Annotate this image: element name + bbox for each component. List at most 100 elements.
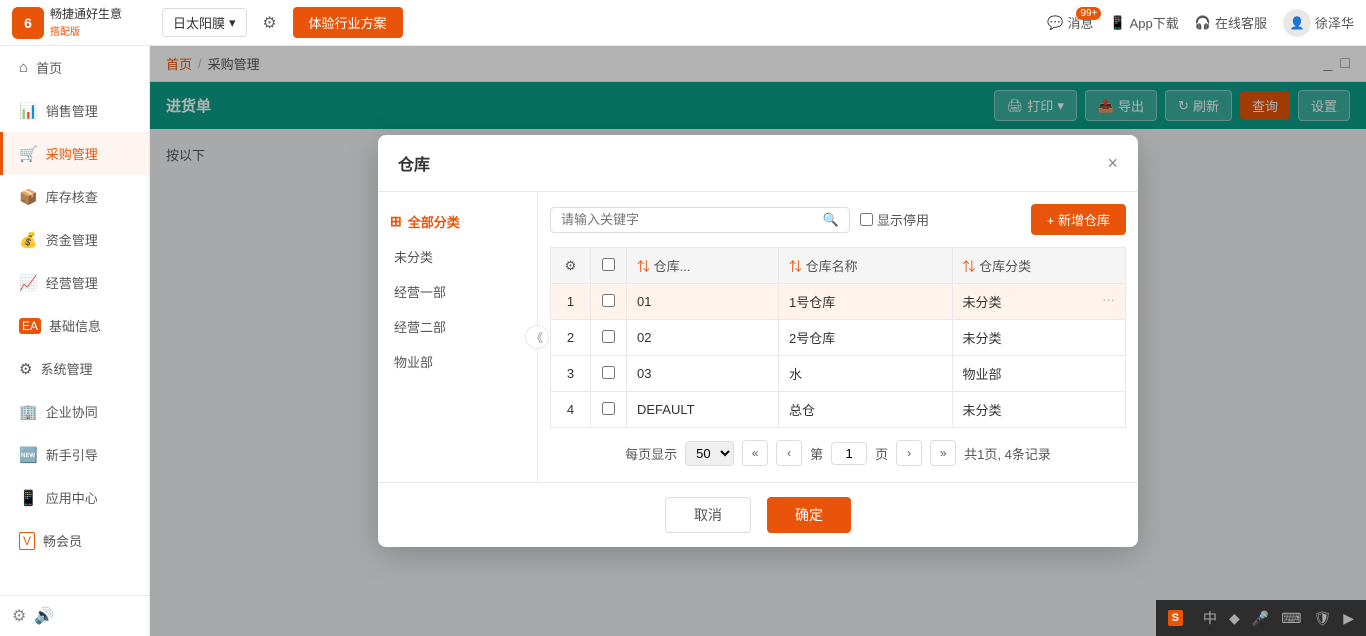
table-toolbar: 🔍 显示停用 + 新增仓库	[550, 204, 1126, 235]
sidebar-item-apps[interactable]: 📱 应用中心	[0, 476, 149, 519]
modal-header: 仓库 ×	[378, 135, 1138, 192]
category-item-unclassified[interactable]: 未分类	[378, 239, 537, 274]
row-index: 2	[551, 320, 591, 356]
keyboard-icon[interactable]: ⌨	[1281, 610, 1301, 627]
page-number-input[interactable]	[831, 442, 867, 465]
row-index: 1	[551, 284, 591, 320]
phone-icon: 📱	[1109, 15, 1125, 31]
row-checkbox[interactable]	[591, 284, 627, 320]
sidebar-item-operations[interactable]: 📈 经营管理	[0, 261, 149, 304]
settings-icon[interactable]: ⚙	[255, 8, 285, 38]
prev-page-button[interactable]: ‹	[776, 440, 802, 466]
category-item-property[interactable]: 物业部	[378, 344, 537, 379]
headset-icon: 🎧	[1195, 15, 1211, 31]
show-disabled-label[interactable]: 显示停用	[860, 210, 929, 229]
sidebar-item-purchase[interactable]: 🛒 采购管理	[0, 132, 149, 175]
row-category: 物业部	[952, 356, 1126, 392]
settings-bottom-icon[interactable]: ⚙	[12, 606, 26, 626]
inventory-icon: 📦	[19, 188, 38, 206]
sidebar-item-guide[interactable]: 🆕 新手引导	[0, 433, 149, 476]
first-page-button[interactable]: «	[742, 440, 768, 466]
system-icon: ⚙	[19, 360, 32, 378]
row-checkbox[interactable]	[591, 392, 627, 428]
shield-icon[interactable]: 🛡	[1313, 610, 1331, 627]
enterprise-icon: 🏢	[19, 403, 38, 421]
home-icon: ⌂	[19, 59, 28, 76]
row-index: 3	[551, 356, 591, 392]
col-code[interactable]: ⇅ 仓库...	[627, 248, 779, 284]
cancel-button[interactable]: 取消	[665, 497, 751, 533]
play-icon[interactable]: ▶	[1343, 610, 1354, 627]
messages-badge: 99+	[1076, 7, 1101, 20]
sidebar-item-sales[interactable]: 📊 销售管理	[0, 89, 149, 132]
category-item-ops2[interactable]: 经营二部	[378, 309, 537, 344]
table-header-row: ⚙ ⇅ 仓库...	[551, 248, 1126, 284]
last-page-button[interactable]: »	[930, 440, 956, 466]
row-name: 2号仓库	[779, 320, 952, 356]
logo-icon: 6	[12, 7, 44, 39]
modal-body: ⊞ 全部分类 未分类 经营一部 经营二部 物业部 《	[378, 192, 1138, 482]
sougou-logo: S	[1168, 610, 1183, 626]
show-disabled-checkbox[interactable]	[860, 213, 873, 226]
mic-icon[interactable]: 🎤	[1252, 610, 1269, 627]
sort-icon: ⇅	[637, 259, 650, 274]
logo-area: 6 畅捷通好生意 搭配版	[12, 7, 162, 39]
speaker-icon[interactable]: 🔊	[34, 606, 54, 626]
sidebar-item-enterprise[interactable]: 🏢 企业协同	[0, 390, 149, 433]
collapse-panel-button[interactable]: 《	[525, 325, 549, 349]
trial-button[interactable]: 体验行业方案	[293, 7, 403, 38]
select-all-checkbox[interactable]	[602, 258, 615, 271]
bottom-taskbar: S 中 ◆ 🎤 ⌨ 🛡 ▶	[1156, 600, 1366, 636]
search-icon: 🔍	[823, 212, 839, 228]
row-name: 1号仓库	[779, 284, 952, 320]
row-more-icon[interactable]: ···	[1102, 292, 1115, 307]
warehouse-table: ⚙ ⇅ 仓库...	[550, 247, 1126, 428]
sidebar-item-home[interactable]: ⌂ 首页	[0, 46, 149, 89]
top-header: 6 畅捷通好生意 搭配版 日太阳膜 ▾ ⚙ 体验行业方案 💬 消息 99+ 📱 …	[0, 0, 1366, 46]
table-panel: 🔍 显示停用 + 新增仓库	[538, 192, 1138, 482]
row-code: 03	[627, 356, 779, 392]
modal-close-button[interactable]: ×	[1107, 154, 1118, 172]
next-page-button[interactable]: ›	[896, 440, 922, 466]
base-icon: EA	[19, 318, 41, 334]
sales-icon: 📊	[19, 102, 38, 120]
search-input[interactable]	[561, 212, 817, 227]
messages-item[interactable]: 💬 消息 99+	[1047, 13, 1093, 32]
operations-icon: 📈	[19, 274, 38, 292]
col-category[interactable]: ⇅ 仓库分类	[952, 248, 1126, 284]
customer-service-item[interactable]: 🎧 在线客服	[1195, 13, 1267, 32]
confirm-button[interactable]: 确定	[767, 497, 851, 533]
sidebar-item-member[interactable]: V 畅会员	[0, 519, 149, 562]
sidebar-item-inventory[interactable]: 📦 库存核查	[0, 175, 149, 218]
modal-overlay[interactable]: 仓库 × ⊞ 全部分类 未分类 经营一部 经营二部 物业部	[150, 46, 1366, 636]
store-selector[interactable]: 日太阳膜 ▾	[162, 8, 247, 37]
table-row[interactable]: 2 02 2号仓库 未分类	[551, 320, 1126, 356]
table-body: 1 01 1号仓库 未分类 ···	[551, 284, 1126, 428]
sidebar-item-base[interactable]: EA 基础信息	[0, 304, 149, 347]
all-categories-item[interactable]: ⊞ 全部分类	[378, 204, 537, 239]
table-row[interactable]: 3 03 水 物业部	[551, 356, 1126, 392]
per-page-select[interactable]: 50	[685, 441, 734, 466]
row-category: 未分类	[952, 392, 1126, 428]
app-download-item[interactable]: 📱 App下载	[1109, 13, 1178, 32]
sort-icon2: ⇅	[789, 259, 802, 274]
add-warehouse-button[interactable]: + 新增仓库	[1031, 204, 1126, 235]
sidebar-item-system[interactable]: ⚙ 系统管理	[0, 347, 149, 390]
row-category: 未分类 ···	[952, 284, 1126, 320]
table-row[interactable]: 1 01 1号仓库 未分类 ···	[551, 284, 1126, 320]
row-category: 未分类	[952, 320, 1126, 356]
chinese-input-icon[interactable]: 中	[1203, 608, 1217, 628]
row-name: 水	[779, 356, 952, 392]
diamond-icon[interactable]: ◆	[1229, 610, 1240, 627]
col-name[interactable]: ⇅ 仓库名称	[779, 248, 952, 284]
user-item[interactable]: 👤 徐泽华	[1283, 9, 1354, 37]
table-row[interactable]: 4 DEFAULT 总仓 未分类	[551, 392, 1126, 428]
row-code: DEFAULT	[627, 392, 779, 428]
row-code: 01	[627, 284, 779, 320]
row-checkbox[interactable]	[591, 320, 627, 356]
row-checkbox[interactable]	[591, 356, 627, 392]
category-item-ops1[interactable]: 经营一部	[378, 274, 537, 309]
guide-icon: 🆕	[19, 446, 38, 464]
sidebar-item-finance[interactable]: 💰 资金管理	[0, 218, 149, 261]
main-layout: ⌂ 首页 📊 销售管理 🛒 采购管理 📦 库存核查 💰 资金管理 📈 经营管理 …	[0, 46, 1366, 636]
